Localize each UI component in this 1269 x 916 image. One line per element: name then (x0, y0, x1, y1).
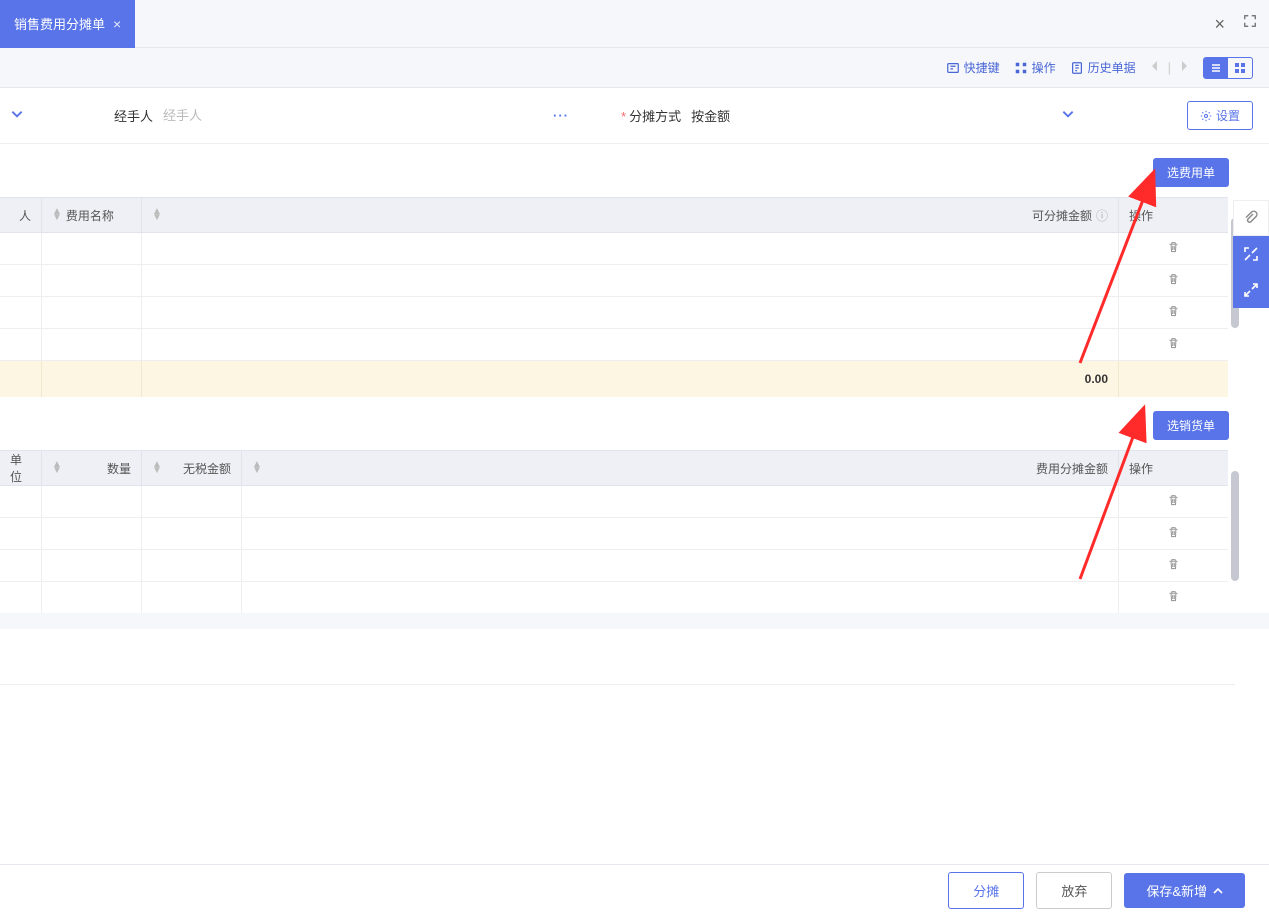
bottom-panel (0, 629, 1235, 685)
handler-picker-icon[interactable]: ··· (553, 108, 569, 123)
tab-close-icon[interactable]: × (113, 16, 121, 32)
trash-icon[interactable] (1167, 241, 1180, 257)
table-row (0, 518, 1228, 550)
table-row (0, 582, 1228, 614)
allocate-button[interactable]: 分摊 (948, 872, 1024, 909)
grid2-header-fee-alloc[interactable]: ▲▼ 费用分摊金额 (242, 451, 1119, 485)
sort-icon[interactable]: ▲▼ (52, 462, 62, 474)
bottom-strip (0, 613, 1269, 629)
history-label: 历史单据 (1088, 59, 1136, 76)
method-label: *分摊方式 (621, 106, 681, 125)
trash-icon[interactable] (1167, 590, 1180, 606)
grid1-header-op: 操作 (1119, 198, 1228, 232)
handler-label: 经手人 (114, 106, 153, 125)
grid2-header-notax[interactable]: ▲▼ 无税金额 (142, 451, 242, 485)
trash-icon[interactable] (1167, 273, 1180, 289)
table-row (0, 297, 1228, 329)
view-list-button[interactable] (1204, 58, 1228, 78)
grid2-header-unit: 单位 (0, 451, 42, 485)
table-row (0, 233, 1228, 265)
sort-icon[interactable]: ▲▼ (152, 209, 162, 221)
next-record-icon[interactable] (1181, 60, 1189, 75)
grid1-total-allocatable: 0.00 (142, 361, 1119, 397)
trash-icon[interactable] (1167, 494, 1180, 510)
sort-icon[interactable]: ▲▼ (252, 462, 262, 474)
shortcuts-label: 快捷键 (964, 59, 1000, 76)
grid1-header-col0: 人 (0, 198, 42, 232)
settings-label: 设置 (1216, 107, 1240, 124)
close-icon[interactable]: × (1214, 14, 1225, 35)
sort-icon[interactable]: ▲▼ (152, 462, 162, 474)
history-link[interactable]: 历史单据 (1070, 59, 1136, 76)
fullscreen-icon[interactable] (1243, 14, 1257, 31)
grid1-header-allocatable[interactable]: ▲▼ 可分摊金额ⓘ (142, 198, 1119, 232)
sort-icon[interactable]: ▲▼ (52, 209, 62, 221)
view-grid-button[interactable] (1228, 58, 1252, 78)
chevron-up-icon (1213, 886, 1223, 896)
info-icon[interactable]: ⓘ (1096, 207, 1108, 224)
attachment-icon[interactable] (1233, 200, 1269, 236)
table-row (0, 550, 1228, 582)
table-row (0, 265, 1228, 297)
prev-record-icon[interactable] (1150, 60, 1158, 75)
grid2-header-qty[interactable]: ▲▼ 数量 (42, 451, 142, 485)
trash-icon[interactable] (1167, 305, 1180, 321)
grid2-header-op: 操作 (1119, 451, 1228, 485)
grid2-scrollbar[interactable] (1231, 471, 1239, 599)
trash-icon[interactable] (1167, 526, 1180, 542)
expand-down-icon[interactable] (1233, 272, 1269, 308)
method-chevron-icon[interactable] (1061, 107, 1075, 124)
save-and-new-label: 保存&新增 (1146, 881, 1207, 900)
tab-sales-expense-allocation[interactable]: 销售费用分摊单 × (0, 0, 135, 48)
save-and-new-button[interactable]: 保存&新增 (1124, 873, 1245, 908)
select-sales-order-button[interactable]: 选销货单 (1153, 411, 1229, 440)
handler-input[interactable] (163, 108, 543, 123)
select-expense-order-button[interactable]: 选费用单 (1153, 158, 1229, 187)
expand-up-icon[interactable] (1233, 236, 1269, 272)
discard-button[interactable]: 放弃 (1036, 872, 1112, 909)
left-dropdown-chevron-icon[interactable] (10, 107, 24, 124)
view-toggle (1203, 57, 1253, 79)
nav-separator: | (1168, 60, 1171, 75)
table-row (0, 486, 1228, 518)
grid1-header-fee-name[interactable]: ▲▼ 费用名称 (42, 198, 142, 232)
operate-link[interactable]: 操作 (1014, 59, 1056, 76)
operate-label: 操作 (1032, 59, 1056, 76)
method-input[interactable] (691, 108, 1051, 123)
trash-icon[interactable] (1167, 337, 1180, 353)
settings-button[interactable]: 设置 (1187, 101, 1253, 130)
trash-icon[interactable] (1167, 558, 1180, 574)
table-row (0, 329, 1228, 361)
tab-title: 销售费用分摊单 (14, 14, 105, 33)
shortcuts-link[interactable]: 快捷键 (946, 59, 1000, 76)
